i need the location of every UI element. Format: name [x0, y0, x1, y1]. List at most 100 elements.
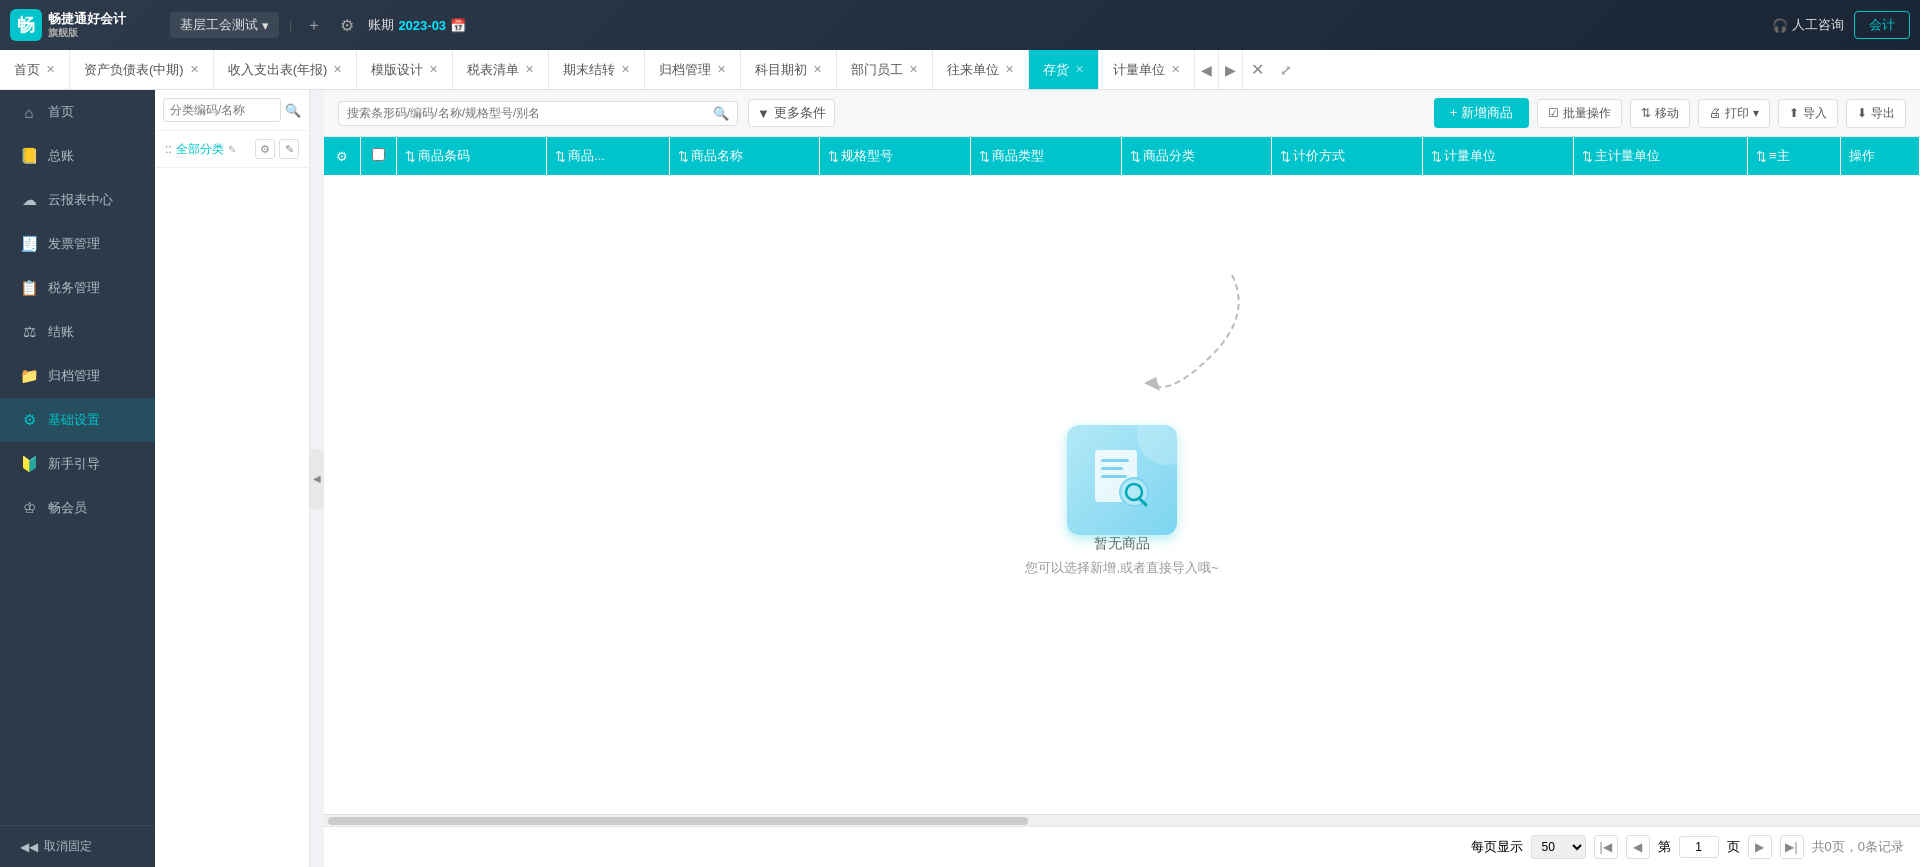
product-empty-illustration: [1067, 425, 1177, 535]
col-category[interactable]: ⇅ 商品分类: [1121, 137, 1272, 175]
sidebar-item-ledger[interactable]: 📒 总账: [0, 134, 155, 178]
sidebar-item-home[interactable]: ⌂ 首页: [0, 90, 155, 134]
add-tab-button[interactable]: ＋: [302, 11, 326, 40]
archive-icon: 📁: [20, 367, 38, 385]
svg-rect-3: [1101, 467, 1123, 470]
filter-icon: ▼: [757, 106, 770, 121]
print-dropdown-icon: ▾: [1753, 106, 1759, 120]
all-category-label[interactable]: 全部分类: [176, 141, 224, 158]
tab-archive[interactable]: 归档管理 ✕: [645, 50, 741, 89]
sidebar-item-invoice[interactable]: 🧾 发票管理: [0, 222, 155, 266]
tab-template-close[interactable]: ✕: [429, 63, 438, 76]
tab-unit-close[interactable]: ✕: [1171, 63, 1180, 76]
col-main-unit[interactable]: ⇅ 主计量单位: [1573, 137, 1747, 175]
col-barcode[interactable]: ⇅ 商品条码: [396, 137, 547, 175]
tab-inventory-close[interactable]: ✕: [1075, 63, 1084, 76]
tab-period-end-close[interactable]: ✕: [621, 63, 630, 76]
tab-dept[interactable]: 部门员工 ✕: [837, 50, 933, 89]
page-first-button[interactable]: |◀: [1594, 835, 1618, 859]
sidebar-unpin[interactable]: ◀◀ 取消固定: [0, 825, 155, 867]
tab-partner-close[interactable]: ✕: [1005, 63, 1014, 76]
new-product-button[interactable]: + 新增商品: [1434, 98, 1529, 128]
more-conditions-button[interactable]: ▼ 更多条件: [748, 99, 835, 127]
tab-balance-close[interactable]: ✕: [190, 63, 199, 76]
page-input[interactable]: [1679, 836, 1719, 858]
sidebar-item-member[interactable]: ♔ 畅会员: [0, 486, 155, 530]
collapse-panel-button[interactable]: ◀: [310, 449, 324, 509]
tab-subject-close[interactable]: ✕: [813, 63, 822, 76]
tab-archive-close[interactable]: ✕: [717, 63, 726, 76]
tab-tax[interactable]: 税表清单 ✕: [453, 50, 549, 89]
tab-unit[interactable]: 计量单位 ✕: [1099, 50, 1195, 89]
unpin-icon: ◀◀: [20, 840, 38, 854]
category-settings-icon[interactable]: ⚙: [255, 139, 275, 159]
settings-icon[interactable]: ⚙: [336, 12, 358, 39]
tab-home[interactable]: 首页 ✕: [0, 50, 70, 89]
ledger-icon: 📒: [20, 147, 38, 165]
main-layout: ⌂ 首页 📒 总账 ☁ 云报表中心 🧾 发票管理 📋 税务管理 ⚖ 结账 📁 归…: [0, 90, 1920, 867]
sidebar-item-reports[interactable]: ☁ 云报表中心: [0, 178, 155, 222]
product-search-input[interactable]: [347, 106, 707, 120]
search-submit-icon[interactable]: 🔍: [713, 106, 729, 121]
tab-balance[interactable]: 资产负债表(中期) ✕: [70, 50, 214, 89]
sidebar-label-reports: 云报表中心: [48, 191, 113, 209]
tab-template[interactable]: 模版设计 ✕: [357, 50, 453, 89]
tab-scroll-left[interactable]: ◀: [1195, 50, 1219, 89]
sidebar-item-settings[interactable]: ⚙ 基础设置: [0, 398, 155, 442]
col-extra[interactable]: ⇅ ≡主: [1748, 137, 1841, 175]
support-button[interactable]: 🎧 人工咨询: [1772, 16, 1844, 34]
col-settings[interactable]: ⚙: [324, 137, 360, 175]
category-search-icon[interactable]: 🔍: [285, 103, 301, 118]
batch-operation-button[interactable]: ☑ 批量操作: [1537, 99, 1622, 128]
tab-close-all[interactable]: ✕: [1243, 50, 1272, 89]
total-info: 共0页，0条记录: [1812, 838, 1904, 856]
export-button[interactable]: ⬇ 导出: [1846, 99, 1906, 128]
workspace-selector[interactable]: 基层工会测试 ▾: [170, 12, 279, 38]
tab-income[interactable]: 收入支出表(年报) ✕: [214, 50, 358, 89]
sidebar-item-tax[interactable]: 📋 税务管理: [0, 266, 155, 310]
tab-subject[interactable]: 科目期初 ✕: [741, 50, 837, 89]
tab-scroll-right[interactable]: ▶: [1219, 50, 1243, 89]
page-next-button[interactable]: ▶: [1748, 835, 1772, 859]
tab-partner[interactable]: 往来单位 ✕: [933, 50, 1029, 89]
sidebar-item-archive[interactable]: 📁 归档管理: [0, 354, 155, 398]
col-name[interactable]: ⇅ 商品名称: [669, 137, 820, 175]
app-name: 畅捷通好会计: [48, 11, 126, 27]
col-checkbox[interactable]: [360, 137, 396, 175]
per-page-select[interactable]: 50 10 20 100: [1531, 835, 1586, 859]
category-add-icon[interactable]: ✎: [279, 139, 299, 159]
tab-period-end[interactable]: 期末结转 ✕: [549, 50, 645, 89]
page-suffix: 页: [1727, 838, 1740, 856]
sidebar-item-settle[interactable]: ⚖ 结账: [0, 310, 155, 354]
product-table-container: ⚙ ⇅ 商品条码: [324, 137, 1920, 814]
tab-expand[interactable]: ⤢: [1272, 50, 1300, 89]
move-button[interactable]: ⇅ 移动: [1630, 99, 1690, 128]
tab-inventory[interactable]: 存货 ✕: [1029, 50, 1099, 89]
col-spec[interactable]: ⇅ 规格型号: [820, 137, 971, 175]
product-table: ⚙ ⇅ 商品条码: [324, 137, 1920, 175]
tab-dept-close[interactable]: ✕: [909, 63, 918, 76]
logo-icon: 畅: [10, 9, 42, 41]
scroll-thumb[interactable]: [328, 817, 1028, 825]
col-pricing[interactable]: ⇅ 计价方式: [1272, 137, 1423, 175]
tab-income-close[interactable]: ✕: [333, 63, 342, 76]
import-button[interactable]: ⬆ 导入: [1778, 99, 1838, 128]
tab-tax-close[interactable]: ✕: [525, 63, 534, 76]
select-all-checkbox[interactable]: [372, 148, 385, 161]
category-search-input[interactable]: [163, 98, 281, 122]
page-prev-button[interactable]: ◀: [1626, 835, 1650, 859]
tab-bar: 首页 ✕ 资产负债表(中期) ✕ 收入支出表(年报) ✕ 模版设计 ✕ 税表清单…: [0, 50, 1920, 90]
sidebar-label-member: 畅会员: [48, 499, 87, 517]
col-code[interactable]: ⇅ 商品...: [547, 137, 670, 175]
calendar-icon[interactable]: 📅: [450, 18, 466, 33]
horizontal-scrollbar[interactable]: [324, 814, 1920, 826]
sidebar-item-guide[interactable]: 🔰 新手引导: [0, 442, 155, 486]
account-button[interactable]: 会计: [1854, 11, 1910, 39]
print-button[interactable]: 🖨 打印 ▾: [1698, 99, 1770, 128]
col-type[interactable]: ⇅ 商品类型: [971, 137, 1122, 175]
sidebar-label-tax: 税务管理: [48, 279, 100, 297]
page-last-button[interactable]: ▶|: [1780, 835, 1804, 859]
tab-home-close[interactable]: ✕: [46, 63, 55, 76]
batch-icon: ☑: [1548, 106, 1559, 120]
col-unit[interactable]: ⇅ 计量单位: [1422, 137, 1573, 175]
